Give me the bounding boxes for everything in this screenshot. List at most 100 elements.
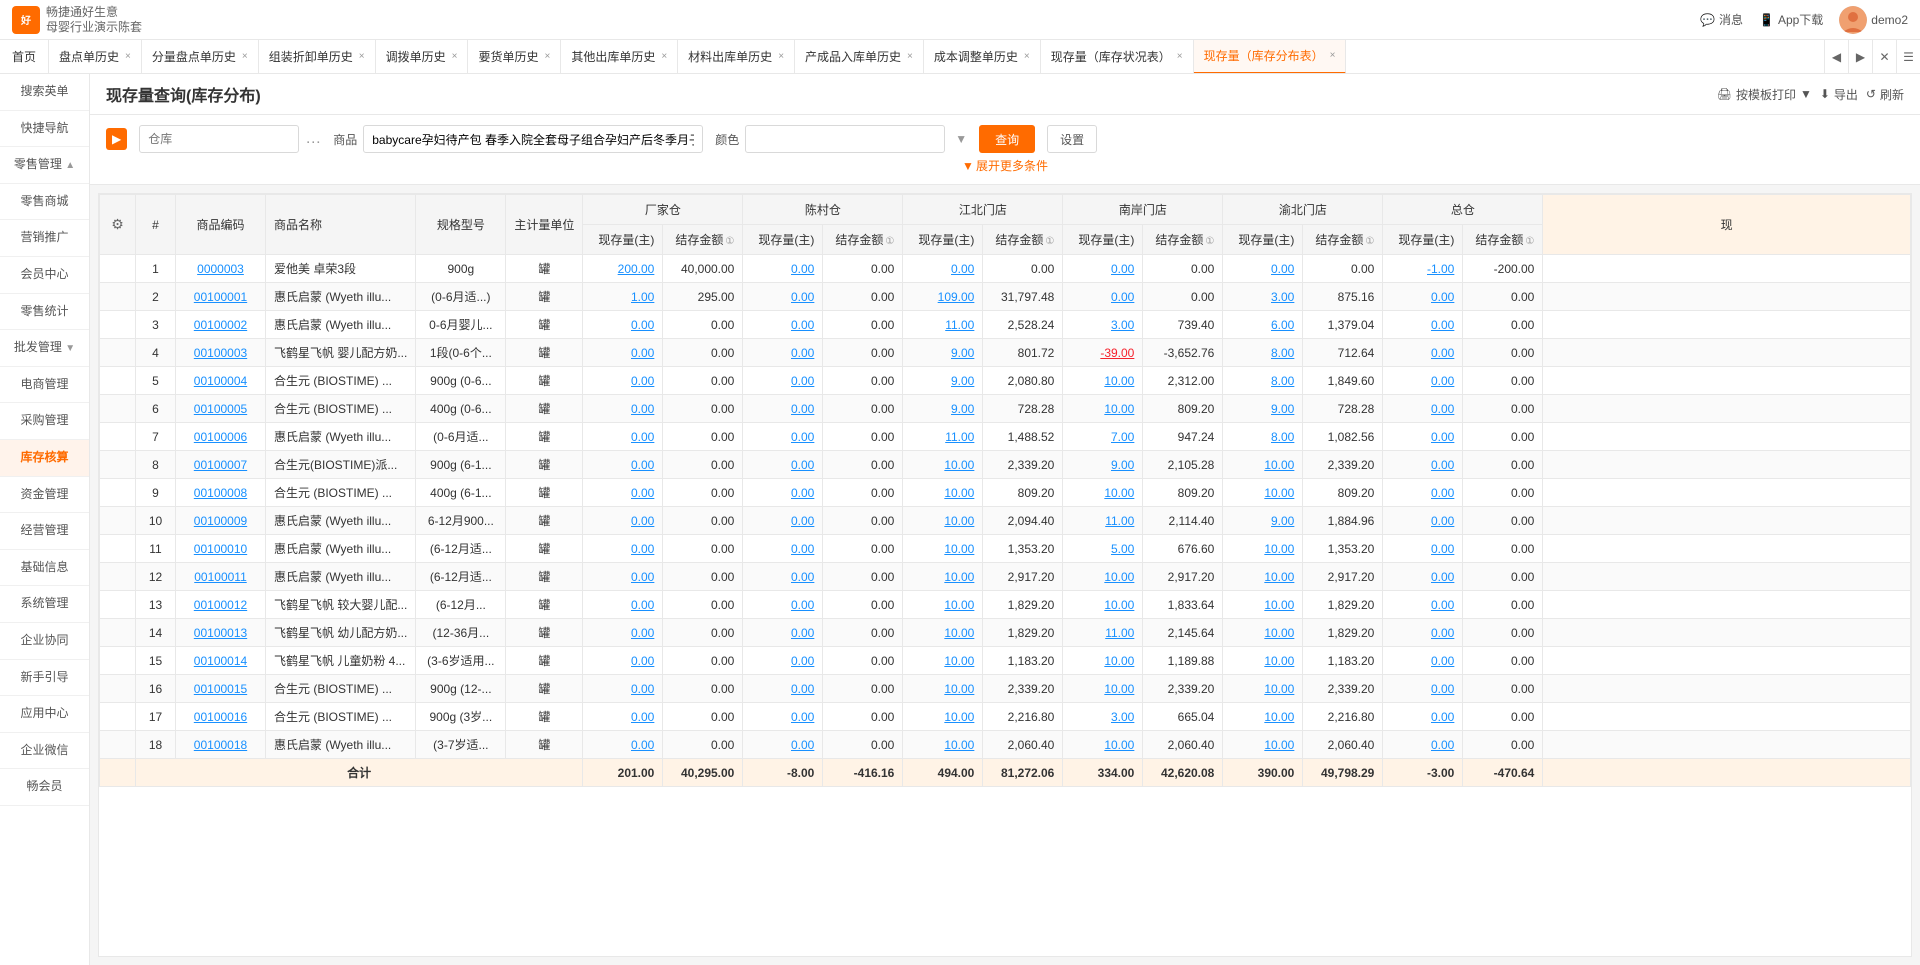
close-tab-material-out[interactable]: × [778,51,784,62]
close-tab-cost-adjust[interactable]: × [1024,51,1030,62]
user-menu-btn[interactable]: demo2 [1839,6,1908,34]
row-jb-stock: 10.00 [903,731,983,759]
close-tab-stock-dist[interactable]: × [1330,50,1336,61]
gear-icon[interactable]: ⚙ [111,216,124,232]
logo-icon: 好 [12,6,40,34]
row-na-stock: 10.00 [1063,395,1143,423]
row-unit: 罐 [506,367,583,395]
total-settings-cell [100,759,136,787]
row-cc-amount: 0.00 [823,731,903,759]
row-name: 惠氏启蒙 (Wyeth illu... [266,731,416,759]
cc-amount-info-icon[interactable]: ① [885,236,894,247]
app-download-btn[interactable]: 📱 App下载 [1759,11,1823,28]
row-na-stock: -39.00 [1063,339,1143,367]
cy-amount-info-icon[interactable]: ① [725,236,734,247]
close-tab-fenliang[interactable]: × [242,51,248,62]
row-unit: 罐 [506,563,583,591]
export-btn[interactable]: ⬇ 导出 [1820,86,1858,103]
refresh-btn[interactable]: ↺ 刷新 [1866,86,1904,103]
close-tab-assembly[interactable]: × [359,51,365,62]
close-tab-transfer[interactable]: × [452,51,458,62]
sidebar-item-basic-info[interactable]: 基础信息 [0,550,89,587]
total-warehouse-header: 总仓 [1383,195,1543,225]
nav-tab-assembly[interactable]: 组装折卸单历史 × [259,40,376,74]
row-jb-amount: 2,339.20 [983,451,1063,479]
collapse-btn[interactable]: ▶ [106,128,127,150]
row-name: 合生元(BIOSTIME)派... [266,451,416,479]
sidebar-item-enterprise-collab[interactable]: 企业协同 [0,623,89,660]
row-total-stock: 0.00 [1383,451,1463,479]
row-code: 00100008 [176,479,266,507]
sidebar-item-member[interactable]: 会员中心 [0,257,89,294]
sidebar-item-nav[interactable]: 快捷导航 [0,111,89,148]
row-yb-stock: 10.00 [1223,675,1303,703]
settings-col-header[interactable]: ⚙ [100,195,136,255]
color-dropdown-icon[interactable]: ▼ [955,132,967,146]
row-yb-stock: 8.00 [1223,339,1303,367]
sidebar-item-retail-mall[interactable]: 零售商城 [0,184,89,221]
nav-tab-stock-dist[interactable]: 现存量（库存分布表） × [1194,40,1347,74]
nav-prev-btn[interactable]: ◀ [1824,40,1848,74]
sidebar-item-system[interactable]: 系统管理 [0,586,89,623]
close-tab-product-in[interactable]: × [907,51,913,62]
row-cc-stock: 0.00 [743,311,823,339]
close-tab-disk[interactable]: × [125,51,131,62]
row-na-amount: 809.20 [1143,479,1223,507]
sidebar-item-member2[interactable]: 畅会员 [0,769,89,806]
nav-tab-transfer[interactable]: 调拨单历史 × [376,40,469,74]
sidebar-item-retail-mgmt[interactable]: 零售管理 ▲ [0,147,89,184]
row-num: 4 [136,339,176,367]
row-num: 7 [136,423,176,451]
nav-close-btn[interactable]: ✕ [1872,40,1896,74]
row-code: 00100002 [176,311,266,339]
color-input[interactable] [745,125,945,153]
close-tab-stock-status[interactable]: × [1177,51,1183,62]
sidebar-item-operations[interactable]: 经营管理 [0,513,89,550]
warehouse-input[interactable] [139,125,299,153]
sidebar-item-ecommerce[interactable]: 电商管理 [0,367,89,404]
settings-btn[interactable]: 设置 [1047,125,1097,153]
sidebar-item-guide[interactable]: 新手引导 [0,660,89,697]
nav-tab-other-out[interactable]: 其他出库单历史 × [561,40,678,74]
row-settings-cell [100,339,136,367]
close-tab-order[interactable]: × [544,51,550,62]
sidebar-item-purchase[interactable]: 采购管理 [0,403,89,440]
nav-tab-fenliang[interactable]: 分量盘点单历史 × [142,40,259,74]
print-btn[interactable]: 🖨 按模板打印 ▼ [1717,86,1812,103]
messages-btn[interactable]: 💬 消息 [1700,11,1743,28]
nav-tab-product-in[interactable]: 产成品入库单历史 × [795,40,924,74]
total-amount-info-icon[interactable]: ① [1525,236,1534,247]
nav-tab-disk-history[interactable]: 盘点单历史 × [49,40,142,74]
sidebar-item-retail-stats[interactable]: 零售统计 [0,294,89,331]
product-input[interactable] [363,125,703,153]
row-name: 合生元 (BIOSTIME) ... [266,479,416,507]
warehouse-more-btn[interactable]: … [305,130,321,148]
expand-conditions-btn[interactable]: ▼ 展开更多条件 [962,157,1048,174]
row-current-extra [1543,675,1911,703]
nav-more-btn[interactable]: ☰ [1896,40,1920,74]
nav-tab-material-out[interactable]: 材料出库单历史 × [678,40,795,74]
yb-amount-info-icon[interactable]: ① [1365,236,1374,247]
sidebar-item-finance[interactable]: 资金管理 [0,477,89,514]
nav-tab-cost-adjust[interactable]: 成本调整单历史 × [924,40,1041,74]
sidebar-item-wechat[interactable]: 企业微信 [0,733,89,770]
row-cy-amount: 0.00 [663,507,743,535]
sidebar-item-app-center[interactable]: 应用中心 [0,696,89,733]
sidebar-item-inventory[interactable]: 库存核算 [0,440,89,477]
nav-tab-stock-status[interactable]: 现存量（库存状况表） × [1041,40,1194,74]
table-container[interactable]: ⚙ # 商品编码 商品名称 规格型号 主计量单位 厂家仓 陈村仓 江北门店 南岸… [98,193,1912,957]
sidebar-item-search[interactable]: 搜索英单 [0,74,89,111]
query-btn[interactable]: 查询 [979,125,1035,153]
sidebar-item-marketing[interactable]: 营销推广 [0,220,89,257]
close-tab-other-out[interactable]: × [661,51,667,62]
nav-home[interactable]: 首页 [0,40,49,74]
product-field: 商品 babycare孕妇待产包 春季入院全套母子组合孕妇产后冬季月子用品 22… [333,125,703,153]
jb-amount-info-icon[interactable]: ① [1045,236,1054,247]
row-code: 00100006 [176,423,266,451]
nav-next-btn[interactable]: ▶ [1848,40,1872,74]
sidebar-item-wholesale[interactable]: 批发管理 ▼ [0,330,89,367]
row-na-amount: 2,105.28 [1143,451,1223,479]
nav-tab-order[interactable]: 要货单历史 × [468,40,561,74]
row-current-extra [1543,283,1911,311]
na-amount-info-icon[interactable]: ① [1205,236,1214,247]
